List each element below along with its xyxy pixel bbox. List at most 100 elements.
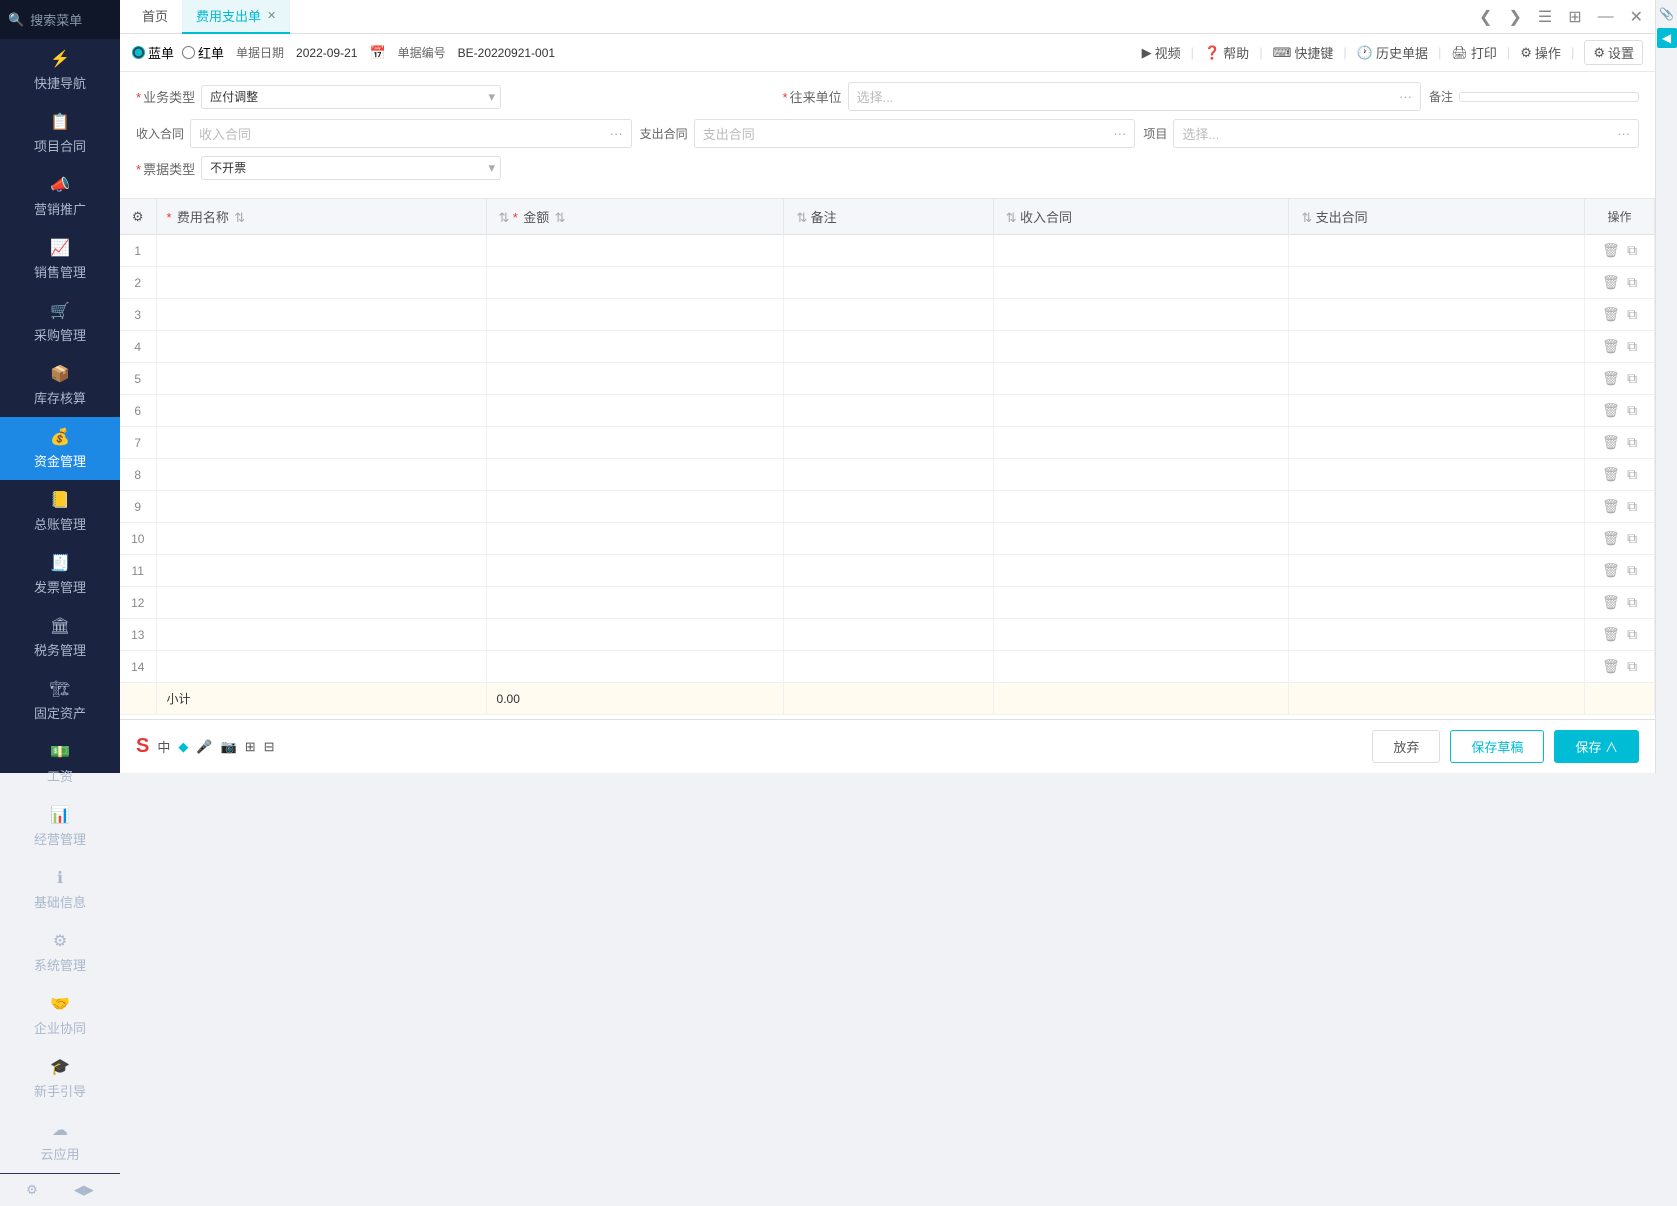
row-income-contract[interactable] <box>993 651 1289 683</box>
sidebar-item-salary[interactable]: 💵工资 <box>0 732 120 795</box>
row-memo[interactable] <box>784 491 993 523</box>
row-amount[interactable] <box>486 619 784 651</box>
row-memo[interactable] <box>784 459 993 491</box>
delete-icon[interactable]: 🗑 <box>1602 594 1620 610</box>
invoice-type-select[interactable]: 不开票 <box>201 156 501 180</box>
volume-icon[interactable]: ◀▶ <box>74 1182 94 1198</box>
copy-icon[interactable]: ⧉ <box>1627 338 1637 354</box>
row-amount[interactable] <box>486 235 784 267</box>
row-name[interactable] <box>156 395 486 427</box>
sidebar-item-enterprise[interactable]: 🤝企业协同 <box>0 984 120 1047</box>
row-expense-contract[interactable] <box>1289 555 1585 587</box>
shortcut-action[interactable]: ⌨ 快捷键 <box>1273 43 1334 62</box>
row-income-contract[interactable] <box>993 555 1289 587</box>
delete-icon[interactable]: 🗑 <box>1602 338 1620 354</box>
row-income-contract[interactable] <box>993 235 1289 267</box>
sidebar-item-sys[interactable]: ⚙系统管理 <box>0 921 120 984</box>
row-memo[interactable] <box>784 427 993 459</box>
delete-icon[interactable]: 🗑 <box>1602 402 1620 418</box>
row-name[interactable] <box>156 331 486 363</box>
row-income-contract[interactable] <box>993 267 1289 299</box>
row-amount[interactable] <box>486 555 784 587</box>
row-expense-contract[interactable] <box>1289 331 1585 363</box>
row-memo[interactable] <box>784 331 993 363</box>
print-action[interactable]: 🖨 打印 <box>1451 43 1497 62</box>
sidebar-item-cloud[interactable]: ☁云应用 <box>0 1110 120 1173</box>
row-name[interactable] <box>156 363 486 395</box>
delete-icon[interactable]: 🗑 <box>1602 242 1620 258</box>
row-name[interactable] <box>156 555 486 587</box>
row-income-contract[interactable] <box>993 427 1289 459</box>
row-income-contract[interactable] <box>993 331 1289 363</box>
business-type-select[interactable]: 应付调整 <box>201 85 501 109</box>
row-expense-contract[interactable] <box>1289 587 1585 619</box>
copy-icon[interactable]: ⧉ <box>1627 562 1637 578</box>
row-expense-contract[interactable] <box>1289 235 1585 267</box>
grid-view-btn[interactable]: ⊞ <box>1564 5 1585 29</box>
row-amount[interactable] <box>486 299 784 331</box>
row-amount[interactable] <box>486 427 784 459</box>
delete-icon[interactable]: 🗑 <box>1602 434 1620 450</box>
row-income-contract[interactable] <box>993 363 1289 395</box>
save-draft-button[interactable]: 保存草稿 <box>1450 730 1544 763</box>
business-type-select-wrapper[interactable]: 应付调整 ▾ <box>201 85 501 109</box>
row-memo[interactable] <box>784 395 993 427</box>
sidebar-item-marketing[interactable]: 📣营销推广 <box>0 165 120 228</box>
row-memo[interactable] <box>784 555 993 587</box>
settings-button[interactable]: ⚙ 设置 <box>1584 40 1643 65</box>
sidebar-search[interactable]: 🔍 搜索菜单 <box>0 0 120 39</box>
row-income-contract[interactable] <box>993 619 1289 651</box>
row-amount[interactable] <box>486 395 784 427</box>
invoice-type-select-wrapper[interactable]: 不开票 ▾ <box>201 156 501 180</box>
delete-icon[interactable]: 🗑 <box>1602 530 1620 546</box>
copy-icon[interactable]: ⧉ <box>1627 434 1637 450</box>
row-memo[interactable] <box>784 363 993 395</box>
sidebar-item-basic-info[interactable]: ℹ基础信息 <box>0 858 120 921</box>
expense-contract-input[interactable]: 支出合同 ··· <box>694 119 1136 148</box>
row-expense-contract[interactable] <box>1289 619 1585 651</box>
minimize-btn[interactable]: — <box>1594 6 1618 28</box>
sort-expense-icon[interactable]: ⇅ <box>1301 210 1312 225</box>
copy-icon[interactable]: ⧉ <box>1627 594 1637 610</box>
row-amount[interactable] <box>486 491 784 523</box>
row-memo[interactable] <box>784 651 993 683</box>
tab-expense-close[interactable]: ✕ <box>267 9 276 22</box>
row-memo[interactable] <box>784 235 993 267</box>
copy-icon[interactable]: ⧉ <box>1627 274 1637 290</box>
row-name[interactable] <box>156 299 486 331</box>
row-name[interactable] <box>156 651 486 683</box>
row-name[interactable] <box>156 459 486 491</box>
attach-icon[interactable]: 📎 <box>1657 4 1677 24</box>
sort-name-icon[interactable]: ⇅ <box>234 210 245 225</box>
sidebar-item-capital[interactable]: 💰资金管理 <box>0 417 120 480</box>
sidebar-item-inventory[interactable]: 📦库存核算 <box>0 354 120 417</box>
copy-icon[interactable]: ⧉ <box>1627 242 1637 258</box>
prev-btn[interactable]: ❮ <box>1475 5 1496 29</box>
close-btn[interactable]: ✕ <box>1626 5 1647 29</box>
sort-income-icon[interactable]: ⇅ <box>1006 210 1017 225</box>
row-memo[interactable] <box>784 523 993 555</box>
blue-radio-label[interactable]: 蓝单 <box>132 43 174 62</box>
row-income-contract[interactable] <box>993 395 1289 427</box>
sidebar-item-project-contract[interactable]: 📋项目合同 <box>0 102 120 165</box>
row-memo[interactable] <box>784 299 993 331</box>
row-amount[interactable] <box>486 363 784 395</box>
row-expense-contract[interactable] <box>1289 651 1585 683</box>
next-btn[interactable]: ❯ <box>1504 5 1525 29</box>
sidebar-item-invoice[interactable]: 🧾发票管理 <box>0 543 120 606</box>
row-income-contract[interactable] <box>993 587 1289 619</box>
row-memo[interactable] <box>784 619 993 651</box>
row-amount[interactable] <box>486 459 784 491</box>
footer-icon-table[interactable]: ⊞ <box>245 739 256 755</box>
row-income-contract[interactable] <box>993 491 1289 523</box>
row-amount[interactable] <box>486 651 784 683</box>
delete-icon[interactable]: 🗑 <box>1602 658 1620 674</box>
sort-amount-icon[interactable]: ⇅ <box>555 210 566 225</box>
date-value[interactable]: 2022-09-21 <box>296 46 357 60</box>
sidebar-item-fixed-assets[interactable]: 🏗固定资产 <box>0 669 120 732</box>
row-amount[interactable] <box>486 523 784 555</box>
copy-icon[interactable]: ⧉ <box>1627 530 1637 546</box>
copy-icon[interactable]: ⧉ <box>1627 626 1637 642</box>
delete-icon[interactable]: 🗑 <box>1602 562 1620 578</box>
delete-icon[interactable]: 🗑 <box>1602 466 1620 482</box>
